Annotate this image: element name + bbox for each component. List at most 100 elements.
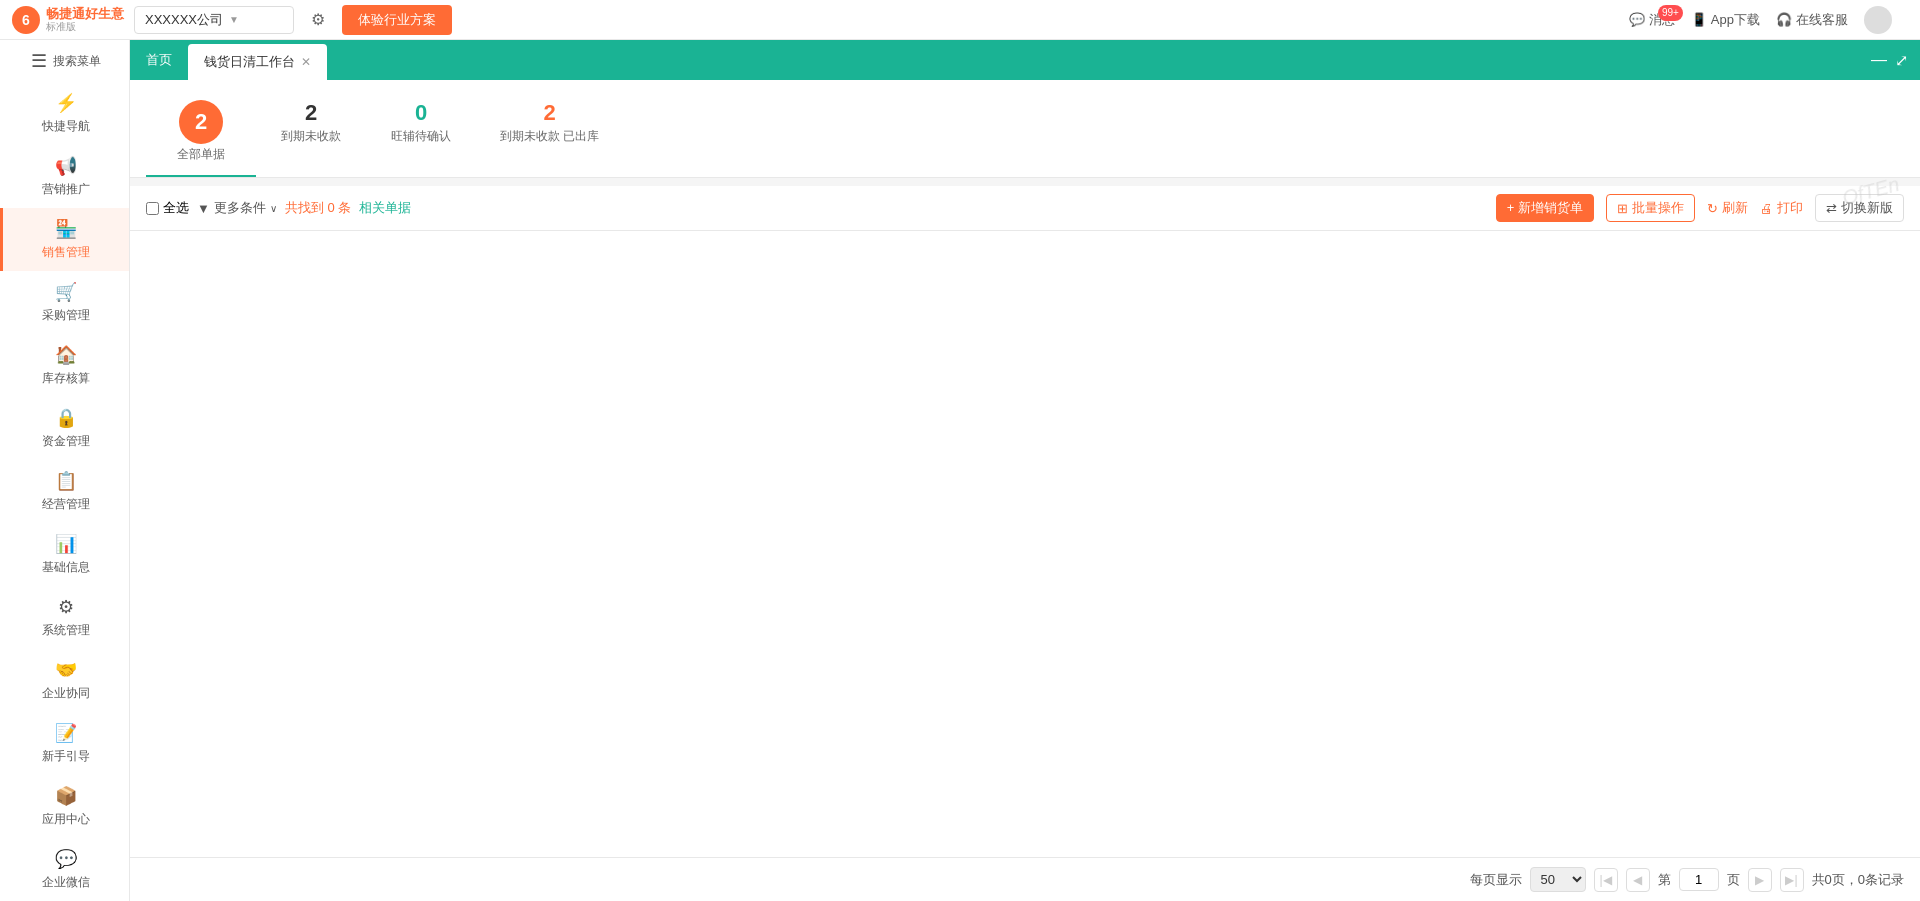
stat-count-all: 2 [179, 100, 223, 144]
stat-label-pending: 旺辅待确认 [391, 128, 451, 145]
sidebar-item-inventory[interactable]: 🏠 库存核算 [0, 334, 129, 397]
pagination: 每页显示 50 100 200 |◀ ◀ 第 页 ▶ ▶| 共0页，0条记录 [130, 857, 1920, 901]
sidebar-item-guide[interactable]: 📝 新手引导 [0, 712, 129, 775]
trial-button[interactable]: 体验行业方案 [342, 5, 452, 35]
toolbar-left: 全选 ▼ 更多条件 ∨ 共找到 0 条 相关单据 [146, 199, 411, 217]
sidebar-label-finance: 资金管理 [42, 433, 90, 450]
sidebar-item-app-center[interactable]: 📦 应用中心 [0, 775, 129, 838]
sidebar-item-sales[interactable]: 🏪 销售管理 [0, 208, 129, 271]
sidebar-label-app-center: 应用中心 [42, 811, 90, 828]
found-link[interactable]: 相关单据 [359, 199, 411, 217]
stat-tab-overdue[interactable]: 2 到期未收款 [256, 92, 366, 177]
enterprise-icon: 🤝 [55, 659, 77, 681]
sidebar-label-inventory: 库存核算 [42, 370, 90, 387]
tab-close-icon[interactable]: ✕ [301, 55, 311, 69]
logo-main: 畅捷通好生意 [46, 6, 124, 22]
top-bar-right: 💬 消息 99+ 📱 App下载 🎧 在线客服 [1629, 6, 1908, 34]
sidebar-label-system: 系统管理 [42, 622, 90, 639]
sidebar-label-guide: 新手引导 [42, 748, 90, 765]
sales-icon: 🏪 [55, 218, 77, 240]
per-page-label: 每页显示 [1470, 871, 1522, 889]
found-text: 共找到 0 条 [285, 199, 351, 217]
batch-btn[interactable]: ⊞ 批量操作 [1606, 194, 1695, 222]
tab-active[interactable]: 钱货日清工作台 ✕ [188, 44, 327, 80]
stat-tab-pending[interactable]: 0 旺辅待确认 [366, 92, 476, 177]
stat-label-overdue-out: 到期未收款 已出库 [500, 128, 599, 145]
select-all-checkbox[interactable] [146, 202, 159, 215]
stat-count-pending: 0 [415, 100, 427, 126]
app-center-icon: 📦 [55, 785, 77, 807]
company-selector[interactable]: XXXXXX公司 ▼ [134, 6, 294, 34]
sidebar-label-sales: 销售管理 [42, 244, 90, 261]
online-service-icon: 🎧 [1776, 12, 1792, 27]
logo-area: 6 畅捷通好生意 标准版 [12, 6, 124, 34]
sidebar-item-finance[interactable]: 🔒 资金管理 [0, 397, 129, 460]
stat-tab-all[interactable]: 2 全部单据 [146, 92, 256, 177]
main-layout: ☰ 搜索菜单 ⚡ 快捷导航 📢 营销推广 🏪 销售管理 🛒 采购管理 🏠 库存核… [0, 40, 1920, 901]
prev-page-btn[interactable]: ◀ [1626, 868, 1650, 892]
app-download-item[interactable]: 📱 App下载 [1691, 11, 1760, 29]
top-bar-left: 6 畅捷通好生意 标准版 XXXXXX公司 ▼ ⚙ 体验行业方案 [12, 5, 452, 35]
sidebar-label-wechat: 企业微信 [42, 874, 90, 891]
operations-icon: 📋 [55, 470, 77, 492]
stat-tab-overdue-out[interactable]: 2 到期未收款 已出库 [476, 92, 623, 177]
maximize-icon[interactable]: ⤢ [1895, 51, 1908, 70]
page-input[interactable] [1679, 868, 1719, 891]
print-icon: 🖨 [1760, 201, 1773, 216]
switch-btn[interactable]: ⇄ 切换新版 [1815, 194, 1904, 222]
basic-info-icon: 📊 [55, 533, 77, 555]
sidebar-label-enterprise: 企业协同 [42, 685, 90, 702]
logo-text: 畅捷通好生意 标准版 [46, 6, 124, 34]
tab-active-label: 钱货日清工作台 [204, 53, 295, 71]
sidebar-item-operations[interactable]: 📋 经营管理 [0, 460, 129, 523]
message-icon: 💬 [1629, 12, 1645, 27]
toolbar-right: + 新增销货单 ⊞ 批量操作 ↻ 刷新 🖨 打印 ⇄ [1496, 194, 1904, 222]
sidebar-item-marketing[interactable]: 📢 营销推广 [0, 145, 129, 208]
stat-label-all: 全部单据 [177, 146, 225, 163]
last-page-btn[interactable]: ▶| [1780, 868, 1804, 892]
stat-count-overdue: 2 [305, 100, 317, 126]
settings-icon[interactable]: ⚙ [304, 6, 332, 34]
finance-icon: 🔒 [55, 407, 77, 429]
more-filters-btn[interactable]: ▼ 更多条件 ∨ [197, 199, 277, 217]
sidebar-label-operations: 经营管理 [42, 496, 90, 513]
sidebar-item-system[interactable]: ⚙ 系统管理 [0, 586, 129, 649]
print-label: 打印 [1777, 199, 1803, 217]
sidebar-label-marketing: 营销推广 [42, 181, 90, 198]
stats-tabs: 2 全部单据 2 到期未收款 0 旺辅待确认 2 到期未收款 已出库 [130, 80, 1920, 178]
search-menu-icon: ☰ [31, 50, 47, 72]
sidebar-item-search-menu[interactable]: ☰ 搜索菜单 [0, 40, 129, 82]
inventory-icon: 🏠 [55, 344, 77, 366]
batch-label: 批量操作 [1632, 199, 1684, 217]
minimize-icon[interactable]: — [1871, 51, 1887, 69]
refresh-btn[interactable]: ↻ 刷新 [1707, 199, 1748, 217]
switch-icon: ⇄ [1826, 201, 1837, 216]
print-btn[interactable]: 🖨 打印 [1760, 199, 1803, 217]
messages-item[interactable]: 💬 消息 99+ [1629, 11, 1675, 29]
avatar[interactable] [1864, 6, 1892, 34]
online-service-item[interactable]: 🎧 在线客服 [1776, 11, 1848, 29]
select-all-text: 全选 [163, 199, 189, 217]
page-suffix: 页 [1727, 871, 1740, 889]
tab-home[interactable]: 首页 [130, 40, 188, 80]
tab-home-label: 首页 [146, 51, 172, 69]
content-area: 首页 钱货日清工作台 ✕ — ⤢ 2 全部单据 2 到期未 [130, 40, 1920, 901]
sidebar-item-wechat[interactable]: 💬 企业微信 [0, 838, 129, 901]
per-page-select[interactable]: 50 100 200 [1530, 867, 1586, 892]
table-area [130, 231, 1920, 857]
guide-icon: 📝 [55, 722, 77, 744]
purchase-icon: 🛒 [55, 281, 77, 303]
more-filters-label: 更多条件 [214, 199, 266, 217]
sidebar-item-purchase[interactable]: 🛒 采购管理 [0, 271, 129, 334]
sidebar-item-enterprise[interactable]: 🤝 企业协同 [0, 649, 129, 712]
add-sales-btn[interactable]: + 新增销货单 [1496, 194, 1594, 222]
select-all-label[interactable]: 全选 [146, 199, 189, 217]
sidebar-item-basic-info[interactable]: 📊 基础信息 [0, 523, 129, 586]
tab-bar: 首页 钱货日清工作台 ✕ — ⤢ [130, 40, 1920, 80]
stat-label-overdue: 到期未收款 [281, 128, 341, 145]
first-page-btn[interactable]: |◀ [1594, 868, 1618, 892]
found-count: 0 [328, 200, 335, 215]
sidebar-item-quick-nav[interactable]: ⚡ 快捷导航 [0, 82, 129, 145]
next-page-btn[interactable]: ▶ [1748, 868, 1772, 892]
top-bar: 6 畅捷通好生意 标准版 XXXXXX公司 ▼ ⚙ 体验行业方案 💬 消息 99… [0, 0, 1920, 40]
